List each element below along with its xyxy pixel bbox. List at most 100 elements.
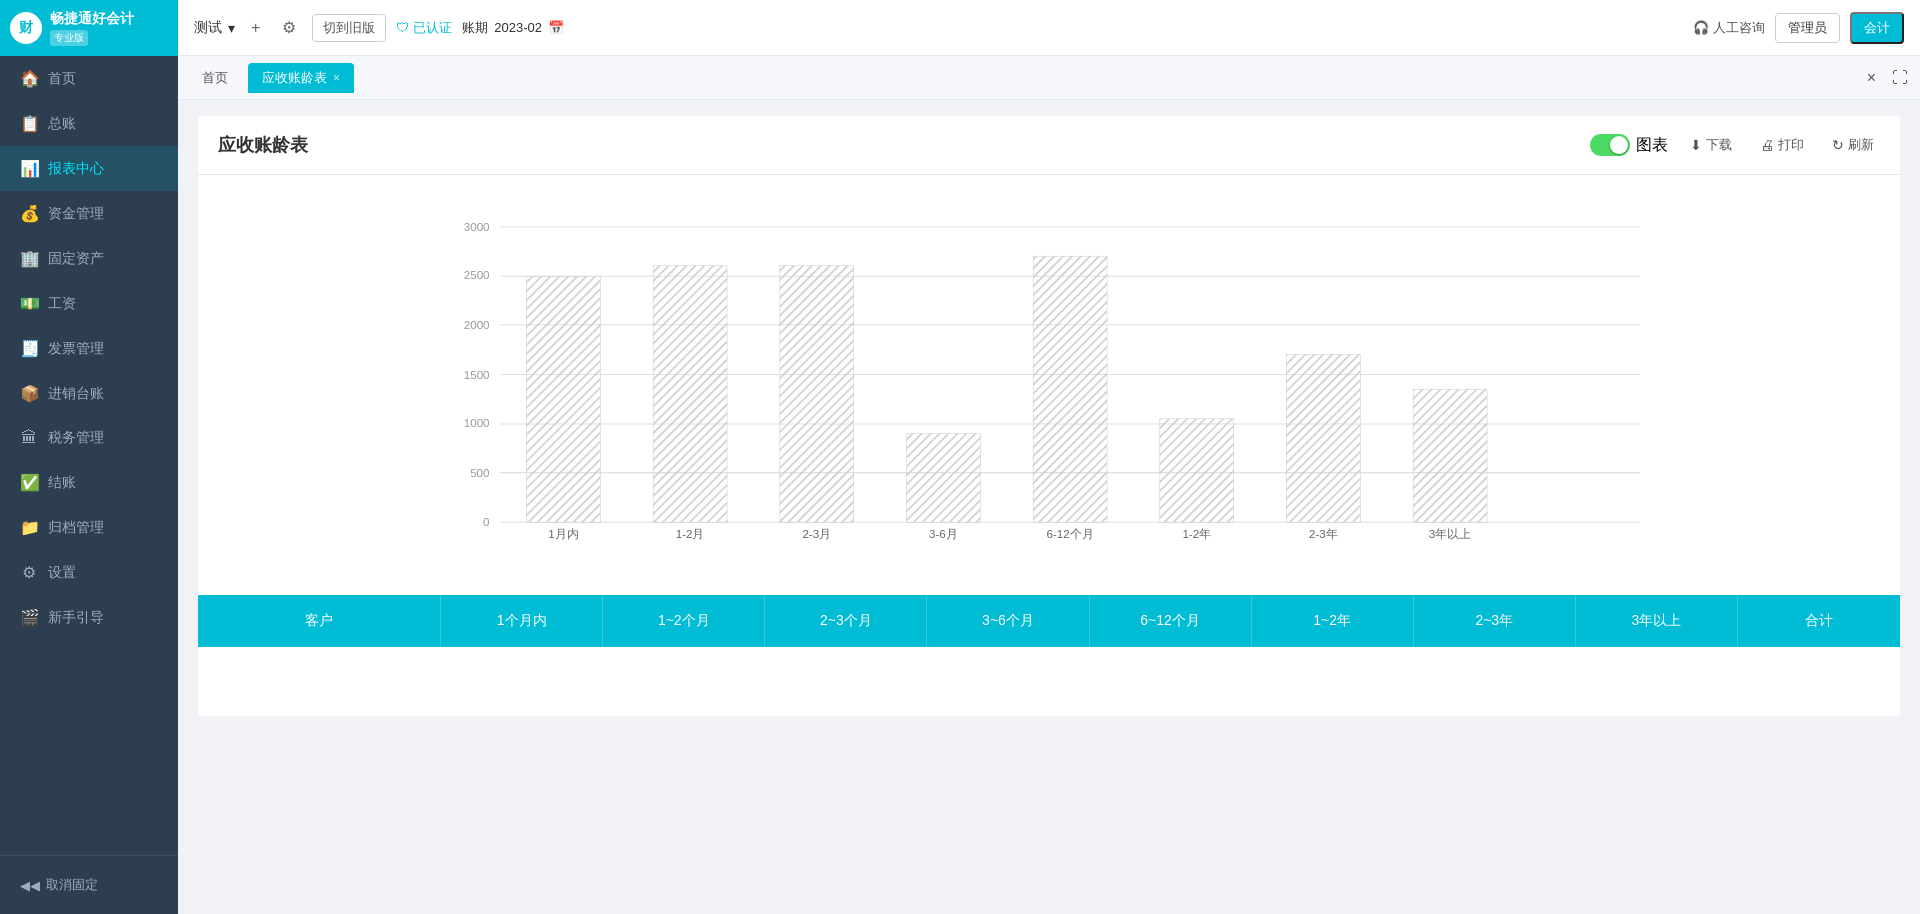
app-name: 畅捷通好会计 bbox=[50, 10, 134, 27]
sidebar-label-closing: 结账 bbox=[48, 474, 76, 492]
sidebar-item-home[interactable]: 🏠 首页 bbox=[0, 56, 178, 101]
table-header-total: 合计 bbox=[1738, 595, 1900, 647]
company-dropdown-icon: ▾ bbox=[228, 20, 235, 36]
toggle-thumb bbox=[1610, 136, 1628, 154]
svg-text:500: 500 bbox=[470, 466, 489, 479]
sidebar-item-sales[interactable]: 📦 进销台账 bbox=[0, 371, 178, 416]
download-button[interactable]: ⬇ 下载 bbox=[1684, 132, 1738, 158]
old-version-button[interactable]: 切到旧版 bbox=[312, 14, 386, 42]
refresh-button[interactable]: ↻ 刷新 bbox=[1826, 132, 1880, 158]
sidebar-item-tax[interactable]: 🏛 税务管理 bbox=[0, 416, 178, 460]
svg-text:3年以上: 3年以上 bbox=[1429, 527, 1471, 540]
sidebar-label-tax: 税务管理 bbox=[48, 429, 104, 447]
logo-text-block: 畅捷通好会计 专业版 bbox=[50, 10, 134, 46]
print-button[interactable]: 🖨 打印 bbox=[1754, 132, 1810, 158]
bar-6-12月 bbox=[1033, 256, 1107, 522]
invoice-icon: 🧾 bbox=[20, 339, 38, 358]
print-icon: 🖨 bbox=[1760, 137, 1774, 153]
tab-close-icon[interactable]: × bbox=[333, 71, 340, 85]
gear-button[interactable]: ⚙ bbox=[276, 14, 302, 41]
download-icon: ⬇ bbox=[1690, 137, 1702, 153]
bar-1-2年 bbox=[1160, 419, 1234, 522]
calendar-icon[interactable]: 📅 bbox=[548, 20, 564, 35]
page-content: 应收账龄表 图表 ⬇ 下载 🖨 打印 bbox=[178, 100, 1920, 914]
bar-3年以上 bbox=[1413, 389, 1487, 522]
table-header-3-6m: 3~6个月 bbox=[927, 595, 1089, 647]
headset-icon: 🎧 bbox=[1693, 20, 1709, 35]
window-resize-button[interactable]: ⛶ bbox=[1888, 65, 1912, 91]
consult-button[interactable]: 🎧 人工咨询 bbox=[1693, 19, 1765, 37]
report-title: 应收账龄表 bbox=[218, 133, 308, 157]
topbar: 测试 ▾ + ⚙ 切到旧版 🛡 已认证 账期 2023-02 📅 🎧 人工咨询 … bbox=[178, 0, 1920, 56]
report-area: 应收账龄表 图表 ⬇ 下载 🖨 打印 bbox=[198, 116, 1900, 716]
sidebar-item-assets[interactable]: 🏢 固定资产 bbox=[0, 236, 178, 281]
chart-toggle[interactable]: 图表 bbox=[1590, 134, 1668, 156]
consult-label: 人工咨询 bbox=[1713, 19, 1765, 37]
table-header-row: 客户 1个月内 1~2个月 2~3个月 3~6个月 6~12个月 bbox=[198, 595, 1900, 647]
window-close-button[interactable]: × bbox=[1863, 65, 1880, 91]
role-button[interactable]: 会计 bbox=[1850, 12, 1904, 44]
closing-icon: ✅ bbox=[20, 473, 38, 492]
sidebar-label-invoice: 发票管理 bbox=[48, 340, 104, 358]
report-actions: 图表 ⬇ 下载 🖨 打印 ↻ 刷新 bbox=[1590, 132, 1880, 158]
sidebar: 财 畅捷通好会计 专业版 🏠 首页 📋 总账 📊 报表中心 💰 资金管理 🏢 固… bbox=[0, 0, 178, 914]
refresh-icon: ↻ bbox=[1832, 137, 1844, 153]
table-header-6-12m: 6~12个月 bbox=[1090, 595, 1252, 647]
bar-1-2月 bbox=[653, 266, 727, 523]
refresh-label: 刷新 bbox=[1848, 136, 1874, 154]
sidebar-item-guide[interactable]: 🎬 新手引导 bbox=[0, 595, 178, 640]
home-icon: 🏠 bbox=[20, 69, 38, 88]
table-header-1m: 1个月内 bbox=[441, 595, 603, 647]
sidebar-label-ledger: 总账 bbox=[48, 115, 76, 133]
svg-text:1500: 1500 bbox=[464, 368, 490, 381]
salary-icon: 💵 bbox=[20, 294, 38, 313]
period-value: 2023-02 bbox=[494, 20, 542, 35]
sidebar-label-salary: 工资 bbox=[48, 295, 76, 313]
archive-icon: 📁 bbox=[20, 518, 38, 537]
sidebar-label-archive: 归档管理 bbox=[48, 519, 104, 537]
svg-text:3-6月: 3-6月 bbox=[929, 527, 958, 540]
cancel-fixed-button[interactable]: ◀◀ 取消固定 bbox=[0, 866, 178, 904]
svg-text:2000: 2000 bbox=[464, 318, 490, 331]
sidebar-label-reports: 报表中心 bbox=[48, 160, 104, 178]
sidebar-label-guide: 新手引导 bbox=[48, 609, 104, 627]
sidebar-label-sales: 进销台账 bbox=[48, 385, 104, 403]
tab-report[interactable]: 应收账龄表 × bbox=[248, 63, 354, 93]
svg-text:0: 0 bbox=[483, 515, 489, 528]
cancel-fixed-label: 取消固定 bbox=[46, 876, 98, 894]
app-edition: 专业版 bbox=[50, 30, 88, 46]
guide-icon: 🎬 bbox=[20, 608, 38, 627]
bar-1月内 bbox=[527, 276, 601, 522]
table-header-customer: 客户 bbox=[198, 595, 441, 647]
logo-icon: 财 bbox=[10, 12, 42, 44]
print-label: 打印 bbox=[1778, 136, 1804, 154]
svg-text:6-12个月: 6-12个月 bbox=[1046, 527, 1093, 540]
sidebar-item-salary[interactable]: 💵 工资 bbox=[0, 281, 178, 326]
period-info: 账期 2023-02 📅 bbox=[462, 19, 564, 37]
sidebar-item-reports[interactable]: 📊 报表中心 bbox=[0, 146, 178, 191]
svg-text:3000: 3000 bbox=[464, 220, 490, 233]
company-selector[interactable]: 测试 ▾ bbox=[194, 19, 235, 37]
sidebar-label-settings: 设置 bbox=[48, 564, 76, 582]
svg-text:2500: 2500 bbox=[464, 268, 490, 281]
sidebar-item-archive[interactable]: 📁 归档管理 bbox=[0, 505, 178, 550]
verified-badge: 🛡 已认证 bbox=[396, 19, 452, 37]
settings-icon: ⚙ bbox=[20, 563, 38, 582]
sidebar-item-settings[interactable]: ⚙ 设置 bbox=[0, 550, 178, 595]
admin-button[interactable]: 管理员 bbox=[1775, 13, 1840, 43]
sales-icon: 📦 bbox=[20, 384, 38, 403]
tabs-bar: 首页 应收账龄表 × × ⛶ bbox=[178, 56, 1920, 100]
table-header-1-2m: 1~2个月 bbox=[603, 595, 765, 647]
bar-3-6月 bbox=[907, 434, 981, 523]
tab-home[interactable]: 首页 bbox=[186, 63, 244, 93]
sidebar-item-closing[interactable]: ✅ 结账 bbox=[0, 460, 178, 505]
sidebar-label-home: 首页 bbox=[48, 70, 76, 88]
add-button[interactable]: + bbox=[245, 15, 266, 41]
company-name: 测试 bbox=[194, 19, 222, 37]
toggle-track[interactable] bbox=[1590, 134, 1630, 156]
sidebar-item-funds[interactable]: 💰 资金管理 bbox=[0, 191, 178, 236]
svg-text:1月内: 1月内 bbox=[548, 527, 578, 540]
sidebar-item-invoice[interactable]: 🧾 发票管理 bbox=[0, 326, 178, 371]
sidebar-item-ledger[interactable]: 📋 总账 bbox=[0, 101, 178, 146]
sidebar-footer: ◀◀ 取消固定 bbox=[0, 855, 178, 914]
